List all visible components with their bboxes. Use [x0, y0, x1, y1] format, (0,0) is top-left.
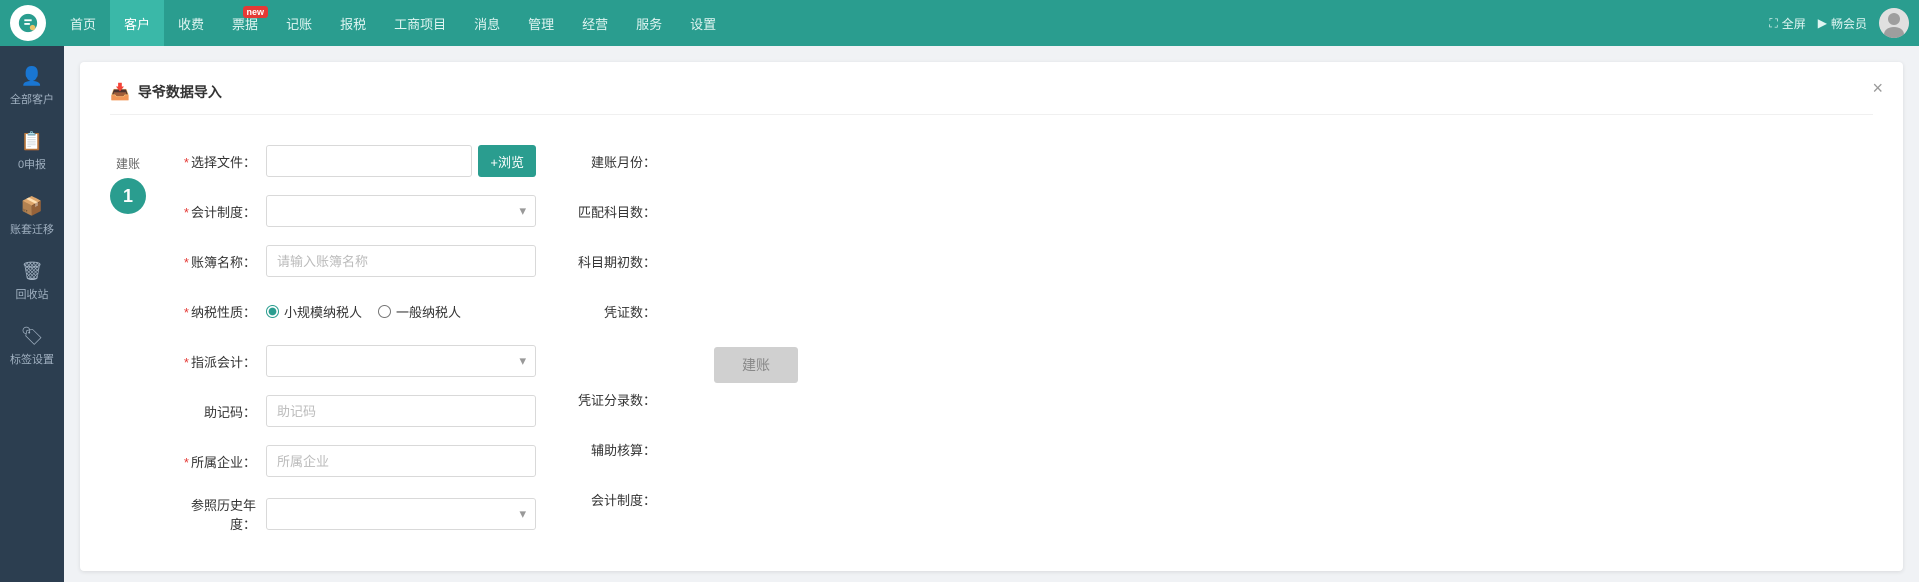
tax-small-radio[interactable]: [266, 305, 279, 318]
month-row: 建账月份：: [576, 145, 936, 177]
voucher-row: 凭证数：: [576, 295, 936, 327]
form-right: 建账月份： 匹配科目数： 科目期初数： 凭证数：: [576, 145, 936, 551]
accounting-system-row: 会计制度：: [576, 483, 936, 515]
auxiliary-label: 辅助核算：: [576, 440, 666, 459]
history-select-wrapper: [266, 498, 536, 530]
accounting-select[interactable]: [266, 195, 536, 227]
company-row: *所属企业：: [176, 445, 536, 477]
tax-radio-group: 小规模纳税人 一般纳税人: [266, 302, 536, 321]
voucher-records-row: 凭证分录数：: [576, 383, 936, 415]
build-btn-row: 建账: [576, 347, 936, 383]
step-label: 建账: [116, 155, 140, 172]
history-row: 参照历史年度：: [176, 495, 536, 533]
nav-item-home[interactable]: 首页: [56, 0, 110, 46]
page-title: 导爷数据导入: [138, 82, 222, 102]
period-label: 科目期初数：: [576, 252, 666, 271]
history-label: 参照历史年度：: [176, 495, 266, 533]
file-input-group: +浏览: [266, 145, 536, 177]
sidebar-item-migrate[interactable]: 📦 账套迁移: [0, 186, 64, 247]
nav-item-operation[interactable]: 经营: [568, 0, 622, 46]
top-nav: 首页 客户 收费 票据 new 记账 报税 工商项目 消息 管理 经营 服务 设…: [0, 0, 1919, 46]
nav-item-settings[interactable]: 设置: [676, 0, 730, 46]
match-label: 匹配科目数：: [576, 202, 666, 221]
accountant-row: *指派会计：: [176, 345, 536, 377]
main-layout: 👤 全部客户 📋 0申报 📦 账套迁移 🗑 回收站 🏷 标签设置 📥 导爷数据导…: [0, 46, 1919, 582]
nav-item-account[interactable]: 记账: [272, 0, 326, 46]
memo-label: 助记码：: [176, 402, 266, 421]
user-avatar[interactable]: [1879, 8, 1909, 38]
tax-small-option[interactable]: 小规模纳税人: [266, 302, 362, 321]
period-row: 科目期初数：: [576, 245, 936, 277]
accountant-select[interactable]: [266, 345, 536, 377]
nav-items: 首页 客户 收费 票据 new 记账 报税 工商项目 消息 管理 经营 服务 设…: [56, 0, 1769, 46]
memo-row: 助记码：: [176, 395, 536, 427]
file-input[interactable]: [266, 145, 472, 177]
nav-item-client[interactable]: 客户: [110, 0, 164, 46]
close-button[interactable]: ×: [1872, 78, 1883, 99]
sidebar-item-declare[interactable]: 📋 0申报: [0, 121, 64, 182]
nav-right: ⛶ 全屏 ▶ 畅会员: [1769, 8, 1909, 38]
accounting-row: *会计制度：: [176, 195, 536, 227]
accounting-select-wrapper: [266, 195, 536, 227]
accounting-label: *会计制度：: [176, 202, 266, 221]
app-logo: [10, 5, 46, 41]
memo-input[interactable]: [266, 395, 536, 427]
ledger-input[interactable]: [266, 245, 536, 277]
match-row: 匹配科目数：: [576, 195, 936, 227]
tax-general-radio[interactable]: [378, 305, 391, 318]
fullscreen-btn[interactable]: ⛶ 全屏: [1769, 15, 1805, 32]
all-clients-icon: 👤: [21, 66, 43, 87]
main-content: 📥 导爷数据导入 × 建账 1 *选择文件：: [64, 46, 1919, 582]
auxiliary-row: 辅助核算：: [576, 433, 936, 465]
file-row: *选择文件： +浏览: [176, 145, 536, 177]
month-label: 建账月份：: [576, 152, 666, 171]
nav-item-service[interactable]: 服务: [622, 0, 676, 46]
trash-icon: 🗑: [21, 261, 44, 282]
nav-item-message[interactable]: 消息: [460, 0, 514, 46]
declare-icon: 📋: [21, 131, 43, 152]
tax-label: *纳税性质：: [176, 302, 266, 321]
company-label: *所属企业：: [176, 452, 266, 471]
import-card: 📥 导爷数据导入 × 建账 1 *选择文件：: [80, 62, 1903, 571]
sidebar-item-tags[interactable]: 🏷 标签设置: [0, 316, 64, 377]
browse-button[interactable]: +浏览: [478, 145, 536, 177]
tax-general-option[interactable]: 一般纳税人: [378, 302, 461, 321]
sidebar-item-all-clients[interactable]: 👤 全部客户: [0, 56, 64, 117]
company-input[interactable]: [266, 445, 536, 477]
voucher-records-label: 凭证分录数：: [576, 390, 666, 409]
accounting-system-label: 会计制度：: [576, 490, 666, 509]
tax-row: *纳税性质： 小规模纳税人 一般纳税人: [176, 295, 536, 327]
voucher-label: 凭证数：: [576, 302, 666, 321]
play-icon: ▶: [1818, 16, 1827, 30]
accountant-select-wrapper: [266, 345, 536, 377]
import-icon: 📥: [110, 82, 130, 102]
form-left: *选择文件： +浏览 *会计制度：: [176, 145, 536, 551]
ledger-label: *账簿名称：: [176, 252, 266, 271]
migrate-icon: 📦: [21, 196, 43, 217]
form-container: 建账 1 *选择文件： +浏览: [110, 145, 1873, 551]
history-select[interactable]: [266, 498, 536, 530]
sidebar: 👤 全部客户 📋 0申报 📦 账套迁移 🗑 回收站 🏷 标签设置: [0, 46, 64, 582]
nav-item-tax[interactable]: 报税: [326, 0, 380, 46]
card-header: 📥 导爷数据导入: [110, 82, 1873, 115]
build-button[interactable]: 建账: [714, 347, 798, 383]
invoice-badge: new: [243, 6, 269, 18]
nav-item-business[interactable]: 工商项目: [380, 0, 460, 46]
nav-item-fee[interactable]: 收费: [164, 0, 218, 46]
member-btn[interactable]: ▶ 畅会员: [1818, 15, 1867, 32]
step-indicator: 建账 1: [110, 145, 146, 551]
file-label: *选择文件：: [176, 152, 266, 171]
ledger-row: *账簿名称：: [176, 245, 536, 277]
nav-item-invoice[interactable]: 票据 new: [218, 0, 272, 46]
step-circle: 1: [110, 178, 146, 214]
tags-icon: 🏷: [21, 326, 44, 347]
sidebar-item-trash[interactable]: 🗑 回收站: [0, 251, 64, 312]
accountant-label: *指派会计：: [176, 352, 266, 371]
fullscreen-icon: ⛶: [1769, 16, 1777, 31]
nav-item-manage[interactable]: 管理: [514, 0, 568, 46]
